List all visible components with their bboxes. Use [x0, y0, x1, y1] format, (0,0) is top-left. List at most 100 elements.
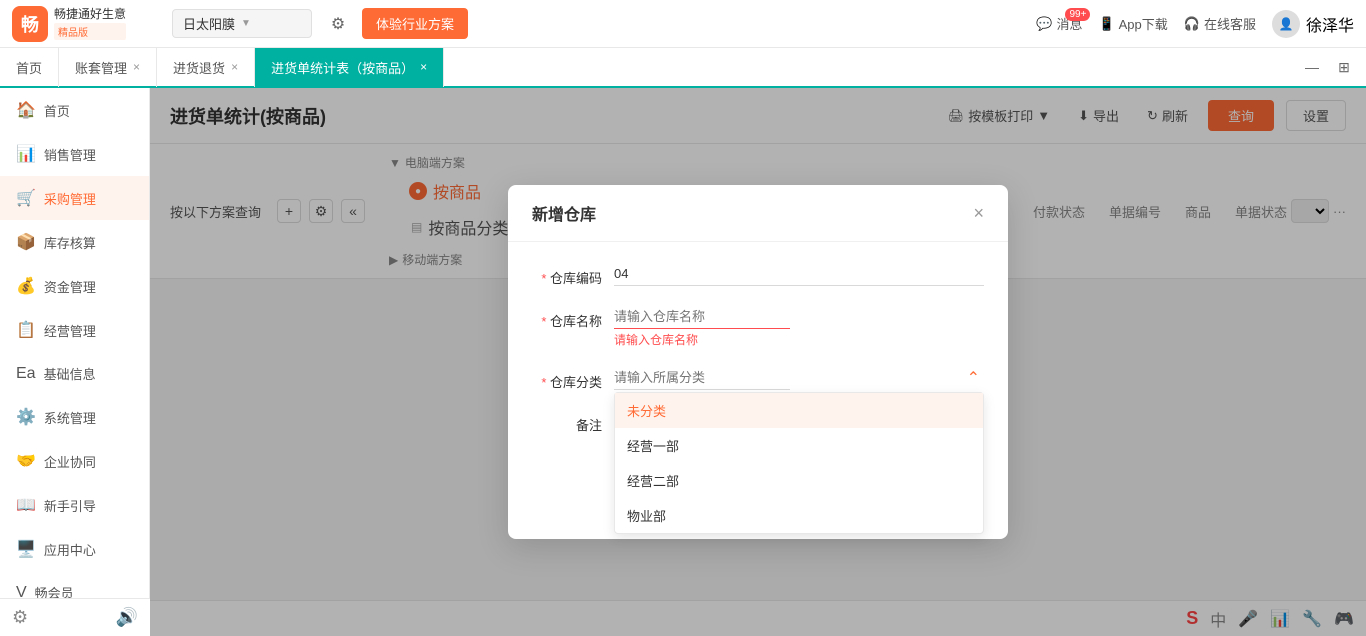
tab-stats-close[interactable]: × — [420, 60, 427, 74]
sidebar-home-label: 首页 — [44, 101, 70, 120]
sidebar-item-inventory[interactable]: 📦 库存核算 — [0, 220, 149, 264]
category-input[interactable] — [614, 366, 790, 390]
sidebar-item-collab[interactable]: 🤝 企业协同 — [0, 439, 149, 483]
form-row-name: 仓库名称 请输入仓库名称 — [532, 305, 984, 348]
main-layout: 🏠 首页 📊 销售管理 🛒 采购管理 📦 库存核算 💰 资金管理 📋 经 — [0, 88, 1366, 636]
sales-icon: 📊 — [16, 144, 36, 164]
purchase-icon: 🛒 — [16, 188, 36, 208]
sidebar-item-guide[interactable]: 📖 新手引导 — [0, 483, 149, 527]
mobile-icon: 📱 — [1098, 16, 1114, 32]
tab-return-close[interactable]: × — [231, 60, 238, 74]
sidebar-audio-icon[interactable]: 🔊 — [116, 607, 138, 628]
user-avatar: 👤 — [1272, 10, 1300, 38]
logo-icon: 畅 — [12, 6, 48, 42]
form-row-category: 仓库分类 ⌃ 未分类 经营一部 经营二部 物业部 — [532, 366, 984, 391]
tab-return[interactable]: 进货退货 × — [157, 47, 255, 87]
tab-stats[interactable]: 进货单统计表（按商品） × — [255, 47, 444, 87]
store-selector[interactable]: 日太阳膜 ▼ — [172, 9, 312, 38]
tab-actions: — ⊞ — [1298, 53, 1366, 81]
form-row-code: 仓库编码 — [532, 262, 984, 287]
sidebar-guide-label: 新手引导 — [44, 496, 96, 515]
guide-icon: 📖 — [16, 495, 36, 515]
sidebar-item-home[interactable]: 🏠 首页 — [0, 88, 149, 132]
modal-close-btn[interactable]: × — [973, 204, 984, 222]
dropdown-item-2[interactable]: 经营二部 — [615, 463, 983, 498]
app-icon: 🖥️ — [16, 539, 36, 559]
sidebar-system-label: 系统管理 — [44, 408, 96, 427]
sidebar-purchase-label: 采购管理 — [44, 189, 96, 208]
modal-header: 新增仓库 × — [508, 185, 1008, 242]
app-download-item[interactable]: 📱 App下载 — [1098, 14, 1167, 33]
tab-minimize-btn[interactable]: — — [1298, 53, 1326, 81]
message-icon: 💬 — [1036, 16, 1052, 32]
sidebar-item-system[interactable]: ⚙️ 系统管理 — [0, 395, 149, 439]
basic-icon: Ea — [16, 365, 36, 383]
ops-icon: 📋 — [16, 320, 36, 340]
home-icon: 🏠 — [16, 100, 36, 120]
tab-stats-label: 进货单统计表（按商品） — [271, 58, 414, 77]
name-input-wrapper: 请输入仓库名称 — [614, 305, 984, 348]
modal-title: 新增仓库 — [532, 201, 596, 225]
tab-home[interactable]: 首页 — [0, 47, 59, 87]
code-label: 仓库编码 — [532, 262, 602, 287]
sidebar-collab-label: 企业协同 — [44, 452, 96, 471]
note-label: 备注 — [532, 409, 602, 434]
notification-badge: 99+ — [1065, 8, 1090, 21]
online-service-label: 在线客服 — [1204, 14, 1256, 33]
category-dropdown-icon[interactable]: ⌃ — [967, 368, 980, 388]
sidebar-app-label: 应用中心 — [44, 540, 96, 559]
category-dropdown-menu: 未分类 经营一部 经营二部 物业部 — [614, 392, 984, 534]
name-error-msg: 请输入仓库名称 — [614, 331, 984, 348]
tab-return-label: 进货退货 — [173, 58, 225, 77]
sidebar-item-app[interactable]: 🖥️ 应用中心 — [0, 527, 149, 571]
logo-title: 畅捷通好生意 — [54, 7, 126, 23]
user-name: 徐泽华 — [1306, 12, 1354, 36]
sidebar-basic-label: 基础信息 — [44, 364, 96, 383]
chevron-down-icon: ▼ — [241, 18, 251, 29]
sidebar-settings-icon[interactable]: ⚙ — [12, 607, 28, 628]
logo-area: 畅 畅捷通好生意 精品版 — [12, 6, 162, 42]
header-right: 💬 消息 99+ 📱 App下载 🎧 在线客服 👤 徐泽华 — [1036, 10, 1354, 38]
sidebar-finance-label: 资金管理 — [44, 277, 96, 296]
finance-icon: 💰 — [16, 276, 36, 296]
modal-overlay: 新增仓库 × 仓库编码 仓库名称 请输入仓库名称 — [150, 88, 1366, 636]
store-name: 日太阳膜 — [183, 14, 235, 33]
sidebar-item-purchase[interactable]: 🛒 采购管理 — [0, 176, 149, 220]
code-input[interactable] — [614, 262, 984, 286]
system-icon: ⚙️ — [16, 407, 36, 427]
notification-item[interactable]: 💬 消息 99+ — [1036, 14, 1082, 33]
dropdown-item-3[interactable]: 物业部 — [615, 498, 983, 533]
dropdown-item-1[interactable]: 经营一部 — [615, 428, 983, 463]
tab-home-label: 首页 — [16, 58, 42, 77]
user-area[interactable]: 👤 徐泽华 — [1272, 10, 1354, 38]
inventory-icon: 📦 — [16, 232, 36, 252]
settings-icon[interactable]: ⚙ — [322, 8, 354, 40]
tab-account-close[interactable]: × — [133, 60, 140, 74]
name-label: 仓库名称 — [532, 305, 602, 330]
sidebar-sales-label: 销售管理 — [44, 145, 96, 164]
name-input[interactable] — [614, 305, 790, 329]
sidebar-item-sales[interactable]: 📊 销售管理 — [0, 132, 149, 176]
sidebar-ops-label: 经营管理 — [44, 321, 96, 340]
sidebar-nav: 🏠 首页 📊 销售管理 🛒 采购管理 📦 库存核算 💰 资金管理 📋 经 — [0, 88, 149, 636]
collab-icon: 🤝 — [16, 451, 36, 471]
modal-body: 仓库编码 仓库名称 请输入仓库名称 仓库分类 — [508, 242, 1008, 479]
category-label: 仓库分类 — [532, 366, 602, 391]
sidebar-item-basic[interactable]: Ea 基础信息 — [0, 352, 149, 395]
sidebar-item-finance[interactable]: 💰 资金管理 — [0, 264, 149, 308]
left-sidebar: 🏠 首页 📊 销售管理 🛒 采购管理 📦 库存核算 💰 资金管理 📋 经 — [0, 88, 150, 636]
trial-button[interactable]: 体验行业方案 — [362, 8, 468, 39]
online-service-item[interactable]: 🎧 在线客服 — [1184, 14, 1256, 33]
add-warehouse-modal: 新增仓库 × 仓库编码 仓库名称 请输入仓库名称 — [508, 185, 1008, 539]
content-area: 进货单统计(按商品) 🖨 按模板打印 ▼ ⬇ 导出 ↻ 刷新 查询 设置 — [150, 88, 1366, 636]
sidebar-inventory-label: 库存核算 — [44, 233, 96, 252]
logo-badge: 精品版 — [54, 23, 126, 40]
tab-expand-btn[interactable]: ⊞ — [1330, 53, 1358, 81]
tab-account-label: 账套管理 — [75, 58, 127, 77]
tab-bar: 首页 账套管理 × 进货退货 × 进货单统计表（按商品） × — ⊞ — [0, 48, 1366, 88]
top-header: 畅 畅捷通好生意 精品版 日太阳膜 ▼ ⚙ 体验行业方案 💬 消息 99+ 📱 … — [0, 0, 1366, 48]
tab-account[interactable]: 账套管理 × — [59, 47, 157, 87]
sidebar-bottom: ⚙ 🔊 — [0, 598, 150, 636]
sidebar-item-ops[interactable]: 📋 经营管理 — [0, 308, 149, 352]
dropdown-item-0[interactable]: 未分类 — [615, 393, 983, 428]
